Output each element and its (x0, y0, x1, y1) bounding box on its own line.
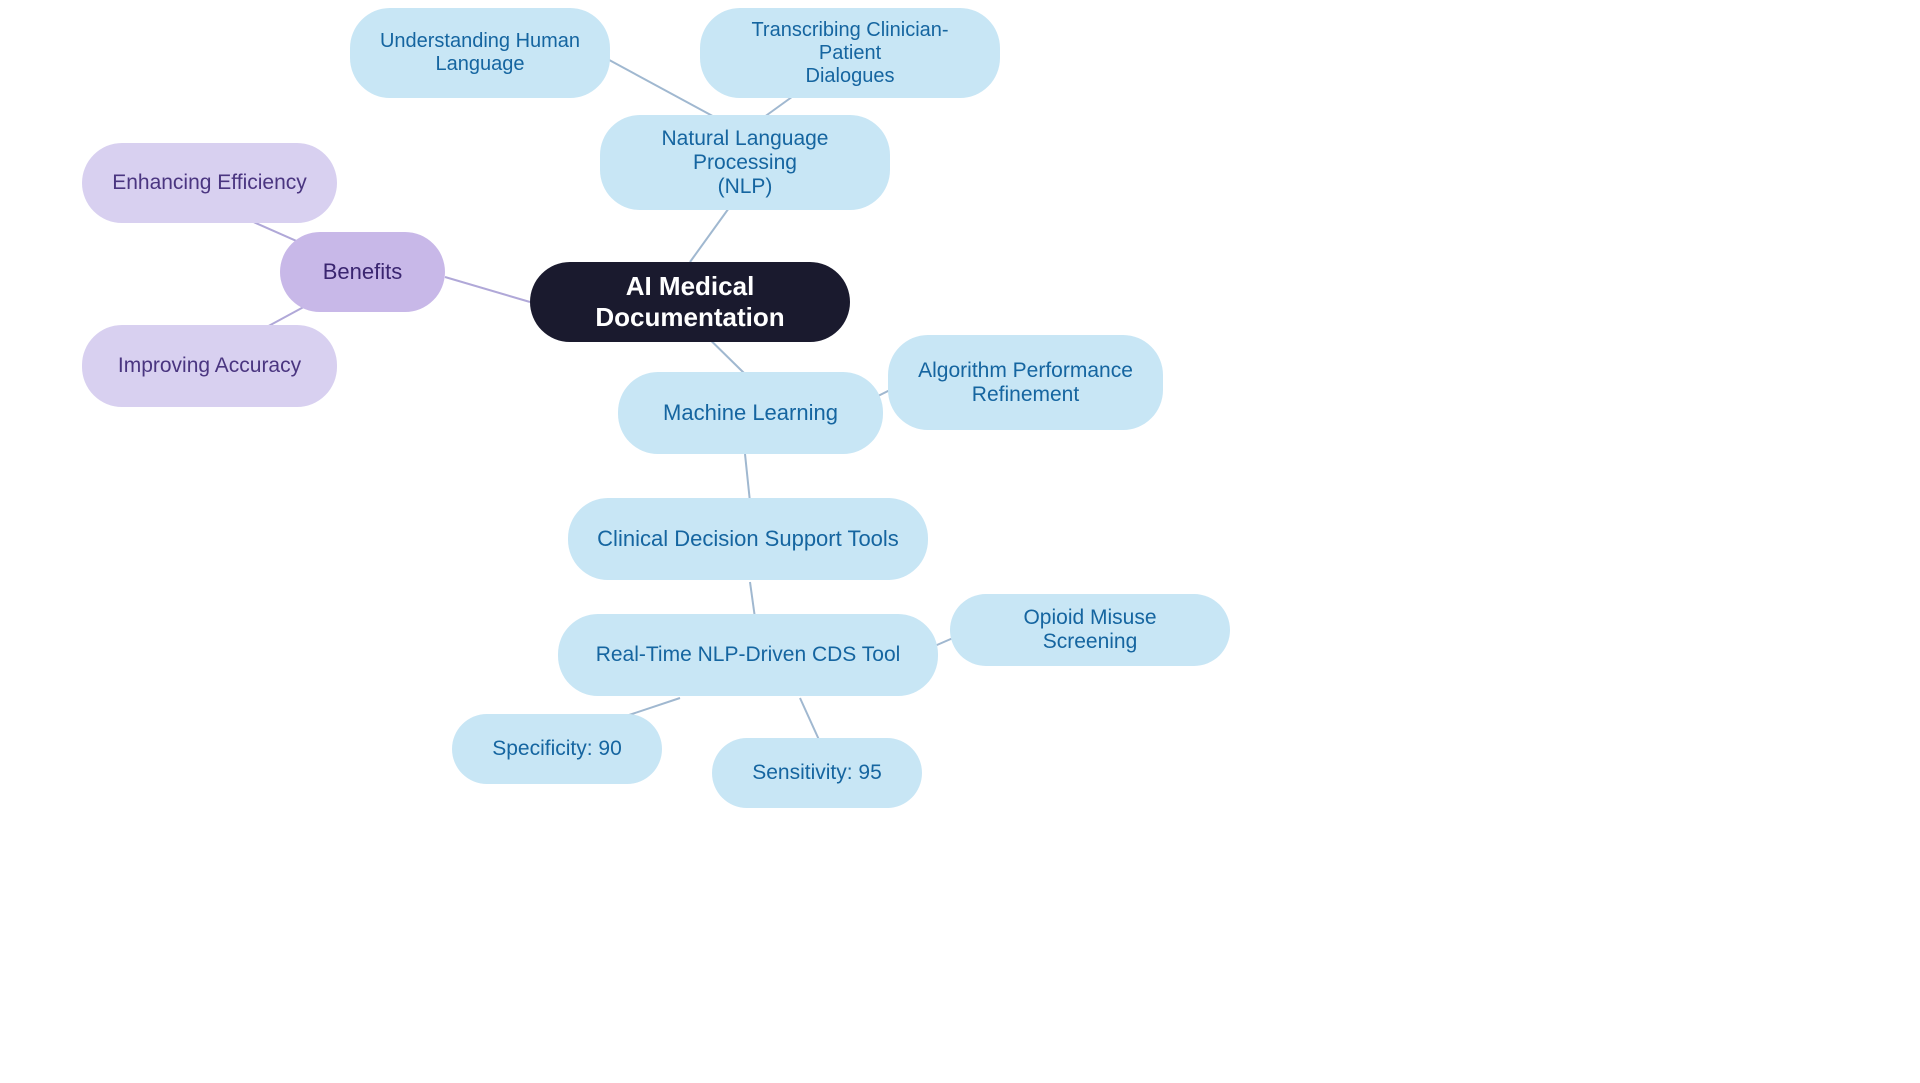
sensitivity-node[interactable]: Sensitivity: 95 (712, 738, 922, 808)
realtime-node[interactable]: Real-Time NLP-Driven CDS Tool (558, 614, 938, 696)
benefits-label: Benefits (323, 259, 403, 285)
realtime-label: Real-Time NLP-Driven CDS Tool (596, 643, 901, 667)
nlp-node[interactable]: Natural Language Processing(NLP) (600, 115, 890, 210)
ml-node[interactable]: Machine Learning (618, 372, 883, 454)
specificity-label: Specificity: 90 (492, 737, 622, 761)
opioid-node[interactable]: Opioid Misuse Screening (950, 594, 1230, 666)
transcribing-label: Transcribing Clinician-PatientDialogues (728, 19, 972, 88)
opioid-label: Opioid Misuse Screening (978, 606, 1202, 654)
sensitivity-label: Sensitivity: 95 (752, 761, 882, 785)
center-label: AI Medical Documentation (558, 271, 822, 333)
specificity-node[interactable]: Specificity: 90 (452, 714, 662, 784)
cdst-node[interactable]: Clinical Decision Support Tools (568, 498, 928, 580)
nlp-label: Natural Language Processing(NLP) (628, 127, 862, 199)
transcribing-node[interactable]: Transcribing Clinician-PatientDialogues (700, 8, 1000, 98)
cdst-label: Clinical Decision Support Tools (597, 526, 899, 552)
understanding-node[interactable]: Understanding HumanLanguage (350, 8, 610, 98)
enhancing-node[interactable]: Enhancing Efficiency (82, 143, 337, 223)
improving-node[interactable]: Improving Accuracy (82, 325, 337, 407)
enhancing-label: Enhancing Efficiency (112, 171, 307, 195)
algorithm-label: Algorithm PerformanceRefinement (918, 359, 1133, 407)
center-node[interactable]: AI Medical Documentation (530, 262, 850, 342)
benefits-node[interactable]: Benefits (280, 232, 445, 312)
understanding-label: Understanding HumanLanguage (380, 30, 580, 76)
ml-label: Machine Learning (663, 400, 838, 426)
improving-label: Improving Accuracy (118, 354, 301, 378)
algorithm-node[interactable]: Algorithm PerformanceRefinement (888, 335, 1163, 430)
